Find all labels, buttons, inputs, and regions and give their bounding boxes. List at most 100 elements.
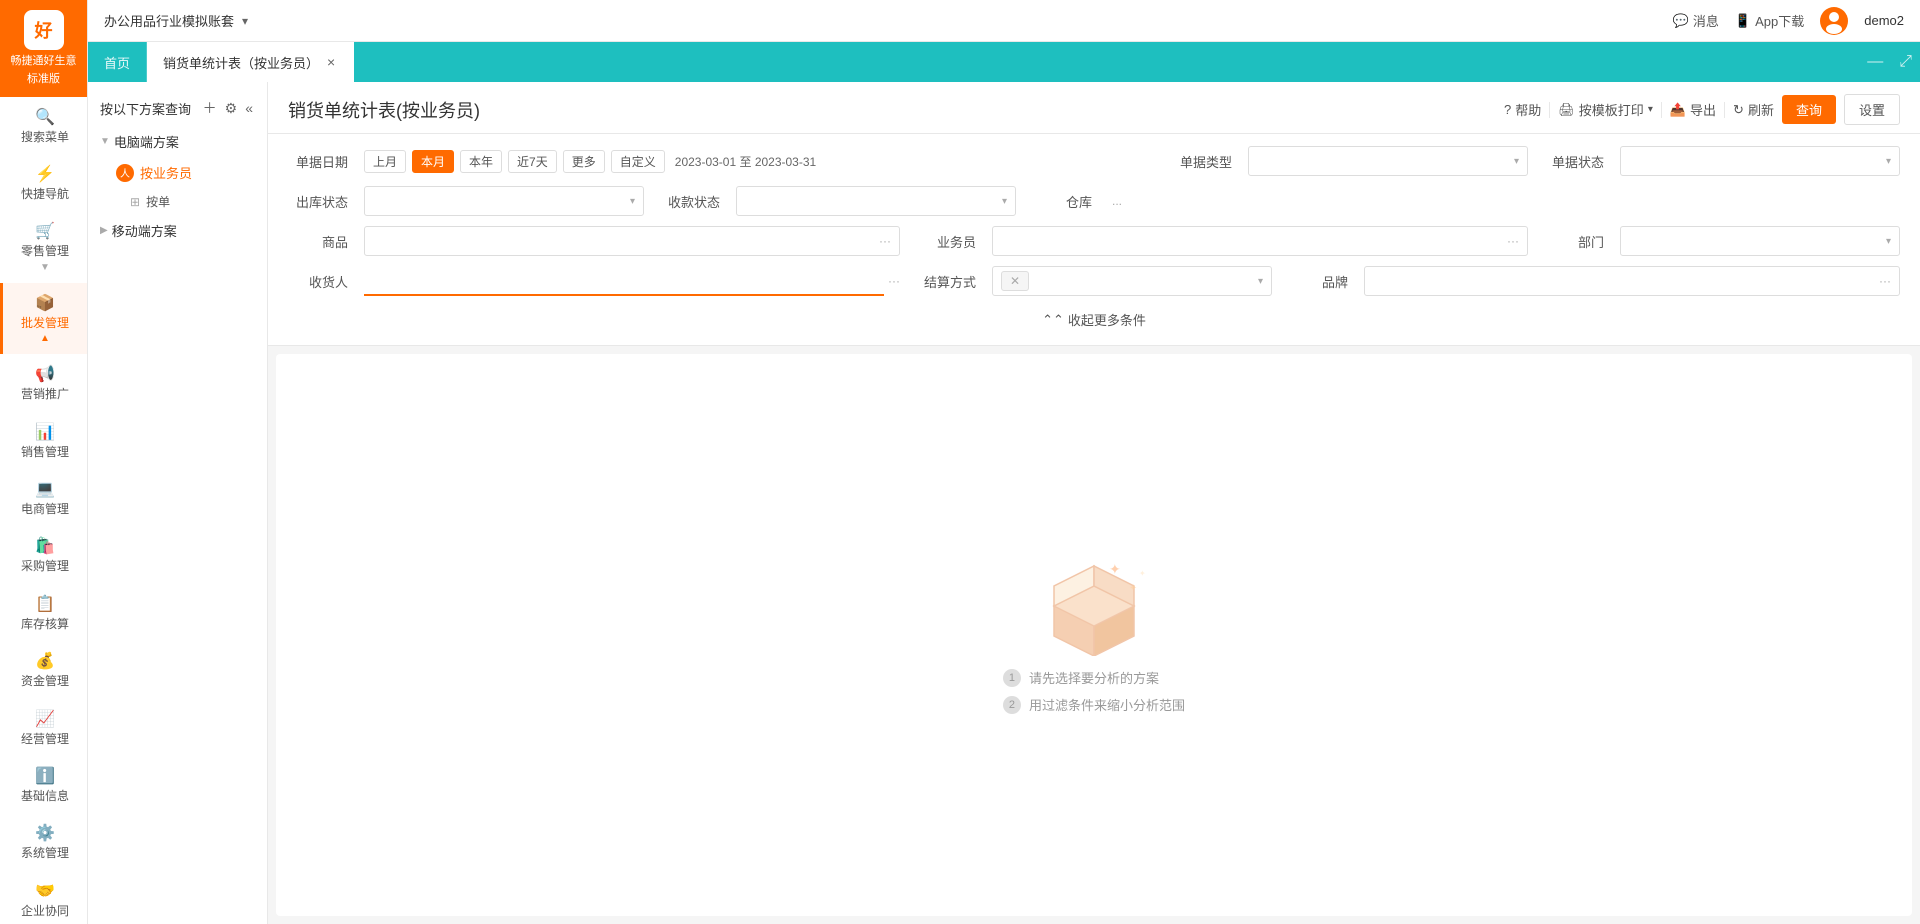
department-select[interactable]: ▾: [1620, 226, 1900, 256]
out-status-select[interactable]: ▾: [364, 186, 644, 216]
sidebar-item-sales[interactable]: 📊 销售管理: [0, 412, 87, 469]
brand-more[interactable]: ···: [1879, 274, 1891, 288]
app-download-label: App下载: [1755, 11, 1804, 30]
sidebar-item-inventory[interactable]: 📋 库存核算: [0, 584, 87, 641]
export-button[interactable]: 📤 导出: [1670, 100, 1716, 119]
print-button[interactable]: 🖨 按模板打印 ▾: [1558, 100, 1653, 119]
brand-select[interactable]: ···: [1364, 266, 1900, 296]
tab-close-button[interactable]: ×: [325, 55, 337, 69]
date-btn-7days[interactable]: 近7天: [508, 150, 557, 173]
scheme-salesperson-icon: 人: [116, 164, 134, 182]
svg-text:✦: ✦: [1139, 569, 1146, 578]
sidebar-item-purchase[interactable]: 🛍️ 采购管理: [0, 526, 87, 583]
empty-step-2: 2 用过滤条件来缩小分析范围: [1003, 695, 1185, 714]
action-divider-1: [1549, 102, 1550, 118]
goods-select[interactable]: ···: [364, 226, 900, 256]
date-filter-group: 上月 本月 本年 近7天 更多 自定义 2023-03-01 至 2023-03…: [364, 150, 1156, 173]
doc-status-dropdown-icon: ▾: [1886, 156, 1891, 167]
sidebar: 好 畅捷通好生意 标准版 🔍 搜索菜单 ⚡ 快捷导航 🛒 零售管理 ▼ 📦 批发…: [0, 0, 88, 924]
date-btn-last-month[interactable]: 上月: [364, 150, 406, 173]
sidebar-item-quicknav[interactable]: ⚡ 快捷导航: [0, 154, 87, 211]
scheme-doc-icon: ⊞: [130, 195, 140, 209]
app-logo[interactable]: 好 畅捷通好生意 标准版: [0, 0, 87, 97]
svg-text:✦: ✦: [1109, 561, 1121, 577]
sidebar-item-marketing[interactable]: 📢 营销推广: [0, 354, 87, 411]
filter-row-4: 收货人 ··· 结算方式 ✕ ▾ 品牌: [288, 266, 1900, 296]
settings-button[interactable]: 设置: [1844, 94, 1900, 125]
scheme-settings-button[interactable]: ⚙: [223, 98, 240, 119]
department-dropdown-icon: ▾: [1886, 236, 1891, 247]
sales-stats-tab-label: 销货单统计表（按业务员）: [163, 53, 319, 72]
query-button[interactable]: 查询: [1782, 95, 1836, 124]
sidebar-item-wholesale[interactable]: 📦 批发管理 ▲: [0, 283, 87, 354]
refresh-icon: ↻: [1733, 102, 1744, 118]
sidebar-item-system[interactable]: ⚙️ 系统管理: [0, 813, 87, 870]
app-download-button[interactable]: 📱 App下载: [1735, 11, 1804, 30]
date-btn-custom[interactable]: 自定义: [611, 150, 665, 173]
sidebar-item-operations[interactable]: 📈 经营管理: [0, 699, 87, 756]
page-action-group: ? 帮助 🖨 按模板打印 ▾ 📤 导出: [1504, 94, 1900, 125]
scheme-item-by-salesperson[interactable]: 人 按业务员: [88, 157, 267, 188]
tab-sales-stats[interactable]: 销货单统计表（按业务员） ×: [147, 42, 354, 82]
refresh-button[interactable]: ↻ 刷新: [1733, 100, 1774, 119]
avatar[interactable]: [1820, 7, 1848, 35]
tab-bar: 首页 销货单统计表（按业务员） × — ⤢: [88, 42, 1920, 82]
scheme-category-desktop-header[interactable]: ▼ 电脑端方案: [88, 126, 267, 157]
action-divider-3: [1724, 102, 1725, 118]
operations-icon: 📈: [35, 709, 55, 729]
scheme-collapse-button[interactable]: «: [243, 98, 255, 118]
scheme-header: 按以下方案查询 ＋ ⚙ «: [88, 90, 267, 126]
warehouse-more[interactable]: ...: [1112, 194, 1122, 208]
settlement-select[interactable]: ✕ ▾: [992, 266, 1272, 296]
brand-label: 品牌: [1288, 272, 1348, 291]
salesperson-select[interactable]: ···: [992, 226, 1528, 256]
date-range-display: 2023-03-01 至 2023-03-31: [675, 153, 816, 170]
empty-step-1: 1 请先选择要分析的方案: [1003, 668, 1185, 687]
sidebar-wholesale-label: 批发管理: [21, 316, 69, 330]
message-button[interactable]: 💬 消息: [1673, 11, 1719, 30]
sidebar-item-basics[interactable]: ℹ️ 基础信息: [0, 756, 87, 813]
download-icon: 📱: [1735, 13, 1751, 29]
tab-expand-button[interactable]: —: [1859, 53, 1891, 71]
app-title-dropdown[interactable]: ▾: [242, 14, 248, 28]
sidebar-item-search[interactable]: 🔍 搜索菜单: [0, 97, 87, 154]
doc-type-select[interactable]: ▾: [1248, 146, 1528, 176]
receiver-more[interactable]: ···: [888, 274, 900, 288]
scheme-add-button[interactable]: ＋: [201, 96, 219, 120]
date-btn-this-year[interactable]: 本年: [460, 150, 502, 173]
sidebar-system-label: 系统管理: [21, 846, 69, 860]
empty-text-group: 1 请先选择要分析的方案 2 用过滤条件来缩小分析范围: [1003, 668, 1185, 714]
page-title-bar: 销货单统计表(按业务员) ? 帮助 🖨 按模板打印 ▾ 📤: [268, 82, 1920, 134]
sidebar-item-collab[interactable]: 🤝 企业协同: [0, 871, 87, 924]
tab-home[interactable]: 首页: [88, 42, 147, 82]
filter-row-3: 商品 ··· 业务员 ··· 部门: [288, 226, 1900, 256]
help-icon: ?: [1504, 102, 1511, 117]
svg-text:✦: ✦: [1129, 583, 1137, 594]
sidebar-quicknav-label: 快捷导航: [21, 187, 69, 201]
sidebar-item-retail[interactable]: 🛒 零售管理 ▼: [0, 211, 87, 282]
doc-status-select[interactable]: ▾: [1620, 146, 1900, 176]
user-name: demo2: [1864, 13, 1904, 28]
sidebar-collab-label: 企业协同: [21, 904, 69, 918]
help-button[interactable]: ? 帮助: [1504, 100, 1541, 119]
goods-more[interactable]: ···: [879, 234, 891, 248]
collapse-button[interactable]: ⌃⌃ 收起更多条件: [1030, 306, 1158, 333]
empty-state: ✦ ✦ ✦ 1 请先选择要分析的方案 2 用过滤条件来缩小分析范围: [1003, 556, 1185, 714]
scheme-item-by-doc[interactable]: ⊞ 按单: [88, 188, 267, 215]
sidebar-item-ecommerce[interactable]: 💻 电商管理: [0, 469, 87, 526]
scheme-category-mobile-header[interactable]: ▶ 移动端方案: [88, 215, 267, 246]
salesperson-more[interactable]: ···: [1507, 234, 1519, 248]
receiver-input[interactable]: [364, 266, 884, 296]
scheme-doc-label: 按单: [146, 193, 170, 210]
date-btn-more[interactable]: 更多: [563, 150, 605, 173]
tab-maximize-button[interactable]: ⤢: [1891, 53, 1920, 71]
inventory-icon: 📋: [35, 594, 55, 614]
payment-status-select[interactable]: ▾: [736, 186, 1016, 216]
warehouse-label: 仓库: [1032, 192, 1092, 211]
chevron-down-icon: ▼: [100, 136, 110, 147]
sidebar-inventory-label: 库存核算: [21, 617, 69, 631]
sidebar-item-finance[interactable]: 💰 资金管理: [0, 641, 87, 698]
settlement-clear-button[interactable]: ✕: [1010, 274, 1020, 288]
doc-type-dropdown-icon: ▾: [1514, 156, 1519, 167]
date-btn-this-month[interactable]: 本月: [412, 150, 454, 173]
